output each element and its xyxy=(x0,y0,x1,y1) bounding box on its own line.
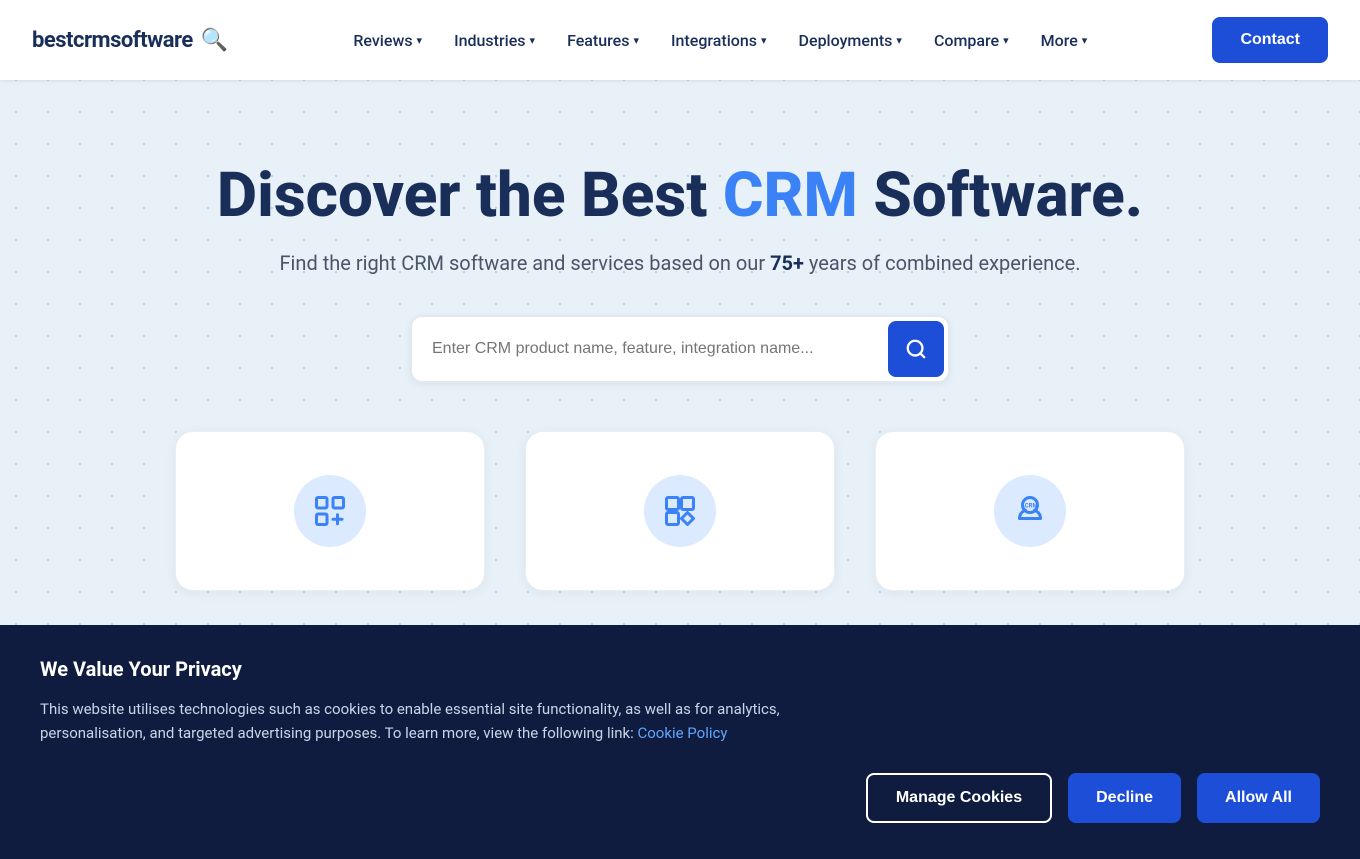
features-icon xyxy=(662,493,698,529)
nav-item-industries[interactable]: Industries ▾ xyxy=(440,23,549,58)
nav-item-compare[interactable]: Compare ▾ xyxy=(920,23,1023,58)
card-icon-wrap xyxy=(644,475,716,547)
chevron-down-icon: ▾ xyxy=(417,34,423,47)
cookie-title: We Value Your Privacy xyxy=(40,657,1320,681)
chevron-down-icon: ▾ xyxy=(896,34,902,47)
chevron-down-icon: ▾ xyxy=(633,34,639,47)
cookie-body: This website utilises technologies such … xyxy=(40,697,860,745)
search-icon: 🔍 xyxy=(201,28,228,53)
chevron-down-icon: ▾ xyxy=(530,34,536,47)
navbar: bestcrmsoftware 🔍 Reviews ▾ Industries ▾… xyxy=(0,0,1360,80)
manage-cookies-button[interactable]: Manage Cookies xyxy=(866,773,1052,823)
search-icon xyxy=(905,338,927,360)
nav-item-reviews[interactable]: Reviews ▾ xyxy=(339,23,436,58)
feature-cards-row: CRM xyxy=(0,431,1360,591)
search-button[interactable] xyxy=(888,321,944,377)
card-integrations[interactable] xyxy=(175,431,485,591)
chevron-down-icon: ▾ xyxy=(1003,34,1009,47)
search-input[interactable] xyxy=(412,322,884,376)
decline-button[interactable]: Decline xyxy=(1068,773,1181,823)
nav-item-deployments[interactable]: Deployments ▾ xyxy=(785,23,916,58)
nav-item-more[interactable]: More ▾ xyxy=(1027,23,1102,58)
search-bar xyxy=(410,315,950,383)
hero-section: Discover the Best CRM Software. Find the… xyxy=(0,80,1360,383)
nav-menu: Reviews ▾ Industries ▾ Features ▾ Integr… xyxy=(339,23,1101,58)
chevron-down-icon: ▾ xyxy=(1082,34,1088,47)
card-icon-wrap xyxy=(294,475,366,547)
nav-item-features[interactable]: Features ▾ xyxy=(553,23,653,58)
nav-item-integrations[interactable]: Integrations ▾ xyxy=(657,23,781,58)
hero-subtitle: Find the right CRM software and services… xyxy=(279,251,1080,275)
logo-area: bestcrmsoftware 🔍 xyxy=(32,28,228,53)
cookie-buttons: Manage Cookies Decline Allow All xyxy=(40,773,1320,823)
allow-all-button[interactable]: Allow All xyxy=(1197,773,1320,823)
card-icon-wrap: CRM xyxy=(994,475,1066,547)
svg-text:CRM: CRM xyxy=(1025,503,1038,510)
logo-text: bestcrmsoftware xyxy=(32,28,193,53)
hero-title: Discover the Best CRM Software. xyxy=(217,160,1143,231)
cookie-banner: We Value Your Privacy This website utili… xyxy=(0,625,1360,859)
integrations-icon xyxy=(312,493,348,529)
card-crm[interactable]: CRM xyxy=(875,431,1185,591)
cookie-policy-link[interactable]: Cookie Policy xyxy=(637,724,727,742)
crm-icon: CRM xyxy=(1012,493,1048,529)
chevron-down-icon: ▾ xyxy=(761,34,767,47)
contact-button[interactable]: Contact xyxy=(1212,17,1328,63)
card-features[interactable] xyxy=(525,431,835,591)
